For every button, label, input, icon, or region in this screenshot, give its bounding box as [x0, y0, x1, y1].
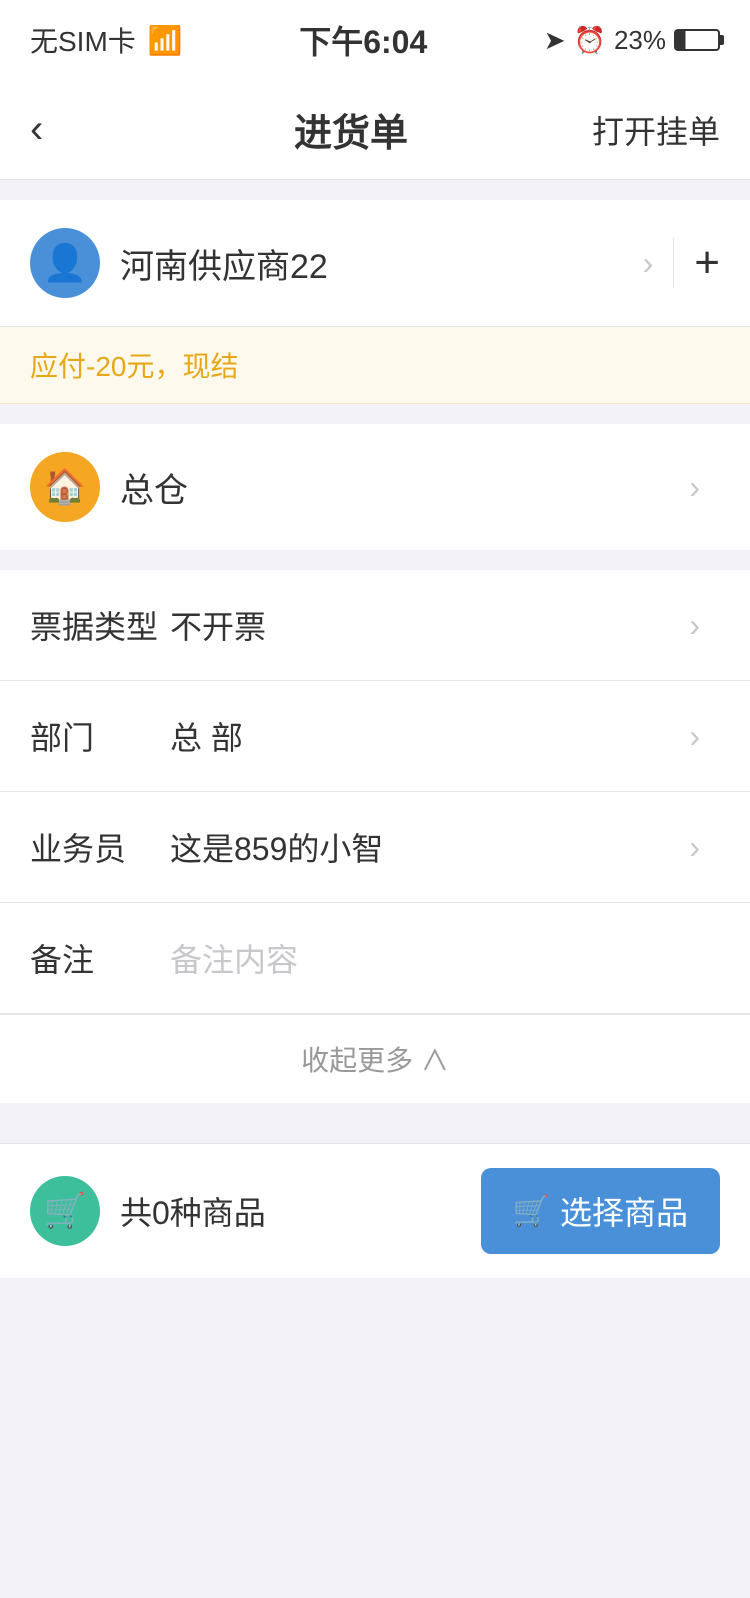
location-icon: ➤	[544, 25, 566, 56]
remark-row[interactable]: 备注 备注内容	[0, 903, 750, 1014]
status-left: 无SIM卡 📶	[30, 20, 183, 60]
grey-bottom-area	[0, 1278, 750, 1598]
signal-text: 无SIM卡	[30, 20, 136, 60]
notice-bar: 应付-20元，现结	[0, 327, 750, 404]
back-button[interactable]: ‹	[30, 107, 110, 152]
salesperson-value: 这是859的小智	[170, 824, 689, 870]
status-time: 下午6:04	[299, 17, 427, 63]
battery-percent: 23%	[614, 25, 666, 56]
salesperson-label: 业务员	[30, 824, 170, 870]
chevron-right-icon: ›	[689, 607, 700, 644]
salesperson-row[interactable]: 业务员 这是859的小智 ›	[0, 792, 750, 903]
house-icon: 🏠	[44, 467, 86, 507]
remark-label: 备注	[30, 935, 170, 981]
form-section: 票据类型 不开票 › 部门 总 部 › 业务员 这是859的小智 › 备注 备注…	[0, 570, 750, 1103]
supplier-name: 河南供应商22	[120, 239, 643, 288]
chevron-right-icon: ›	[689, 469, 700, 506]
add-button[interactable]: +	[673, 238, 720, 288]
product-icon-wrap: 🛒	[30, 1176, 100, 1246]
gap-4	[0, 1103, 750, 1123]
invoice-label: 票据类型	[30, 602, 170, 648]
collapse-row[interactable]: 收起更多 ∧	[0, 1014, 750, 1103]
warehouse-icon-wrap: 🏠	[30, 452, 100, 522]
select-btn-icon: 🛒	[513, 1194, 550, 1229]
chevron-right-icon: ›	[689, 829, 700, 866]
open-pending-button[interactable]: 打开挂单	[592, 107, 720, 153]
select-btn-label: 选择商品	[560, 1188, 688, 1234]
dept-value: 总 部	[170, 713, 689, 759]
wifi-icon: 📶	[148, 24, 183, 57]
dept-row[interactable]: 部门 总 部 ›	[0, 681, 750, 792]
dept-label: 部门	[30, 713, 170, 759]
invoice-row[interactable]: 票据类型 不开票 ›	[0, 570, 750, 681]
notice-text: 应付-20元，现结	[30, 351, 238, 382]
status-right: ➤ ⏰ 23%	[544, 25, 720, 56]
nav-bar: ‹ 进货单 打开挂单	[0, 80, 750, 180]
status-bar: 无SIM卡 📶 下午6:04 ➤ ⏰ 23%	[0, 0, 750, 80]
gap-1	[0, 180, 750, 200]
page-title: 进货单	[294, 102, 408, 157]
avatar: 👤	[30, 228, 100, 298]
bottom-bar: 🛒 共0种商品 🛒 选择商品	[0, 1143, 750, 1278]
product-count-text: 共0种商品	[120, 1188, 481, 1234]
alarm-icon: ⏰	[574, 25, 606, 56]
supplier-section: 👤 河南供应商22 › + 应付-20元，现结	[0, 200, 750, 404]
gap-3	[0, 550, 750, 570]
avatar-icon: 👤	[43, 242, 88, 284]
cart-icon: 🛒	[44, 1191, 86, 1231]
battery-icon	[674, 29, 720, 51]
gap-2	[0, 404, 750, 424]
warehouse-name: 总仓	[120, 463, 689, 512]
chevron-right-icon: ›	[643, 245, 654, 282]
remark-input[interactable]: 备注内容	[170, 935, 720, 981]
select-product-button[interactable]: 🛒 选择商品	[481, 1168, 720, 1254]
collapse-text: 收起更多 ∧	[301, 1039, 449, 1079]
invoice-value: 不开票	[170, 602, 689, 648]
warehouse-row[interactable]: 🏠 总仓 ›	[0, 424, 750, 550]
supplier-row[interactable]: 👤 河南供应商22 › +	[0, 200, 750, 327]
chevron-right-icon: ›	[689, 718, 700, 755]
warehouse-section: 🏠 总仓 ›	[0, 424, 750, 550]
